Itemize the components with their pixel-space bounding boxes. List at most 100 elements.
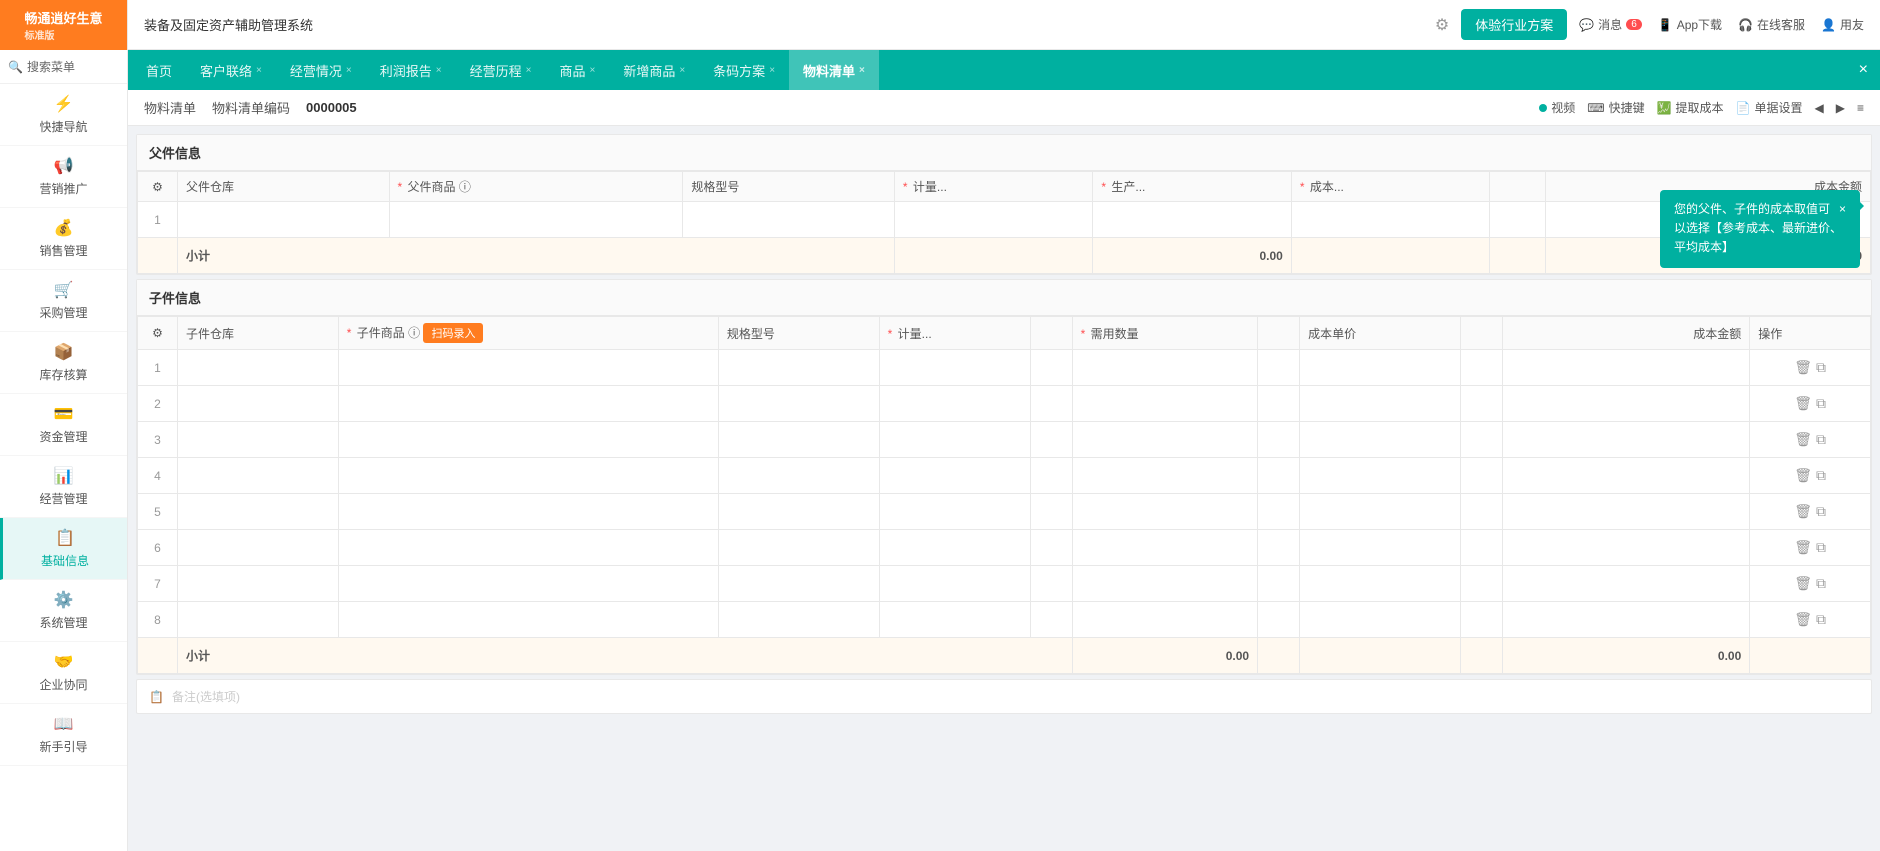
trial-button[interactable]: 体验行业方案 [1461, 9, 1567, 40]
sidebar-item-quick-nav[interactable]: ⚡ 快捷导航 [0, 84, 127, 146]
child-cell-spec-4[interactable] [718, 458, 879, 494]
tooltip-close[interactable]: × [1839, 200, 1846, 219]
tab-profit[interactable]: 利润报告 × [366, 50, 456, 90]
child-cell-warehouse-1[interactable] [178, 350, 339, 386]
tab-history[interactable]: 经营历程 × [456, 50, 546, 90]
child-cell-qty-5[interactable] [1072, 494, 1258, 530]
action-shortcut[interactable]: ⌨ 快捷键 [1587, 99, 1644, 116]
tab-add-goods[interactable]: 新增商品 × [609, 50, 699, 90]
child-cell-goods-7[interactable] [338, 566, 718, 602]
sidebar-item-cooperation[interactable]: 🤝 企业协同 [0, 642, 127, 704]
child-cell-unit-5[interactable] [879, 494, 1030, 530]
parent-cell-produce-1[interactable] [1093, 202, 1291, 238]
sidebar-item-marketing[interactable]: 📢 营销推广 [0, 146, 127, 208]
child-cell-unitcost-6[interactable] [1300, 530, 1461, 566]
child-cell-unit-4[interactable] [879, 458, 1030, 494]
parent-cell-cost-1[interactable] [1291, 202, 1489, 238]
child-cell-warehouse-5[interactable] [178, 494, 339, 530]
user-item[interactable]: 👤 用友 [1821, 16, 1864, 33]
child-cell-unitcost-1[interactable] [1300, 350, 1461, 386]
tab-barcode[interactable]: 条码方案 × [699, 50, 789, 90]
action-video[interactable]: 视频 [1539, 99, 1575, 116]
tab-bom-close[interactable]: × [859, 65, 865, 76]
child-cell-spec-1[interactable] [718, 350, 879, 386]
copy-icon-4[interactable]: ⧉ [1816, 467, 1826, 484]
child-cell-unitcost-2[interactable] [1300, 386, 1461, 422]
child-cell-warehouse-6[interactable] [178, 530, 339, 566]
child-cell-warehouse-8[interactable] [178, 602, 339, 638]
copy-icon-6[interactable]: ⧉ [1816, 539, 1826, 556]
child-cell-unitcost-8[interactable] [1300, 602, 1461, 638]
action-settings[interactable]: 📄 单据设置 [1736, 99, 1803, 116]
tab-barcode-close[interactable]: × [769, 65, 775, 76]
scan-button[interactable]: 扫码录入 [423, 323, 483, 343]
child-cell-unit-3[interactable] [879, 422, 1030, 458]
child-cell-goods-5[interactable] [338, 494, 718, 530]
sidebar-item-inventory[interactable]: 📦 库存核算 [0, 332, 127, 394]
sidebar-item-finance[interactable]: 💳 资金管理 [0, 394, 127, 456]
message-item[interactable]: 💬 消息 6 [1579, 16, 1642, 33]
copy-icon-2[interactable]: ⧉ [1816, 395, 1826, 412]
delete-icon-5[interactable]: 🗑 [1794, 503, 1812, 520]
child-cell-unit-7[interactable] [879, 566, 1030, 602]
parent-cell-goods-1[interactable] [389, 202, 683, 238]
tab-goods[interactable]: 商品 × [545, 50, 609, 90]
delete-icon-7[interactable]: 🗑 [1794, 575, 1812, 592]
close-all-tabs[interactable]: × [1851, 61, 1876, 79]
sidebar-item-system[interactable]: ⚙️ 系统管理 [0, 580, 127, 642]
delete-icon-3[interactable]: 🗑 [1794, 431, 1812, 448]
copy-icon-3[interactable]: ⧉ [1816, 431, 1826, 448]
app-download-item[interactable]: 📱 App下载 [1658, 16, 1722, 33]
sidebar-item-purchase[interactable]: 🛒 采购管理 [0, 270, 127, 332]
child-cell-warehouse-4[interactable] [178, 458, 339, 494]
child-cell-spec-6[interactable] [718, 530, 879, 566]
settings-icon[interactable]: ⚙ [1435, 15, 1449, 35]
tab-home[interactable]: 首页 [132, 50, 186, 90]
child-cell-warehouse-7[interactable] [178, 566, 339, 602]
copy-icon-5[interactable]: ⧉ [1816, 503, 1826, 520]
child-cell-unitcost-7[interactable] [1300, 566, 1461, 602]
tab-customer[interactable]: 客户联络 × [186, 50, 276, 90]
child-cell-spec-8[interactable] [718, 602, 879, 638]
delete-icon-8[interactable]: 🗑 [1794, 611, 1812, 628]
child-cell-unit-2[interactable] [879, 386, 1030, 422]
delete-icon-6[interactable]: 🗑 [1794, 539, 1812, 556]
child-cell-spec-3[interactable] [718, 422, 879, 458]
child-cell-unitcost-4[interactable] [1300, 458, 1461, 494]
child-cell-qty-6[interactable] [1072, 530, 1258, 566]
parent-cell-warehouse-1[interactable] [178, 202, 390, 238]
online-service-item[interactable]: 🎧 在线客服 [1738, 16, 1805, 33]
child-cell-unit-8[interactable] [879, 602, 1030, 638]
child-cell-spec-7[interactable] [718, 566, 879, 602]
sidebar-item-guide[interactable]: 📖 新手引导 [0, 704, 127, 766]
delete-icon-4[interactable]: 🗑 [1794, 467, 1812, 484]
tab-add-goods-close[interactable]: × [679, 65, 685, 76]
child-cell-qty-1[interactable] [1072, 350, 1258, 386]
child-cell-warehouse-2[interactable] [178, 386, 339, 422]
tab-bom[interactable]: 物料清单 × [789, 50, 879, 90]
parent-cell-unit-1[interactable] [894, 202, 1092, 238]
child-cell-goods-8[interactable] [338, 602, 718, 638]
sidebar-item-sales[interactable]: 💰 销售管理 [0, 208, 127, 270]
child-cell-unit-6[interactable] [879, 530, 1030, 566]
tab-profit-close[interactable]: × [436, 65, 442, 76]
copy-icon-7[interactable]: ⧉ [1816, 575, 1826, 592]
tab-operation-status[interactable]: 经营情况 × [276, 50, 366, 90]
child-col-settings[interactable]: ⚙ [138, 317, 178, 350]
sidebar-item-basic-info[interactable]: 📋 基础信息 [0, 518, 127, 580]
child-cell-qty-8[interactable] [1072, 602, 1258, 638]
tab-history-close[interactable]: × [526, 65, 532, 76]
copy-icon-1[interactable]: ⧉ [1816, 359, 1826, 376]
child-cell-goods-4[interactable] [338, 458, 718, 494]
delete-icon-2[interactable]: 🗑 [1794, 395, 1812, 412]
sidebar-search[interactable]: 🔍 搜索菜单 [0, 50, 127, 84]
child-cell-qty-2[interactable] [1072, 386, 1258, 422]
copy-icon-8[interactable]: ⧉ [1816, 611, 1826, 628]
child-cell-goods-2[interactable] [338, 386, 718, 422]
tab-operation-status-close[interactable]: × [346, 65, 352, 76]
tab-customer-close[interactable]: × [256, 65, 262, 76]
nav-next[interactable]: ▶ [1836, 101, 1845, 115]
sidebar-item-operation[interactable]: 📊 经营管理 [0, 456, 127, 518]
child-cell-qty-3[interactable] [1072, 422, 1258, 458]
child-cell-spec-5[interactable] [718, 494, 879, 530]
